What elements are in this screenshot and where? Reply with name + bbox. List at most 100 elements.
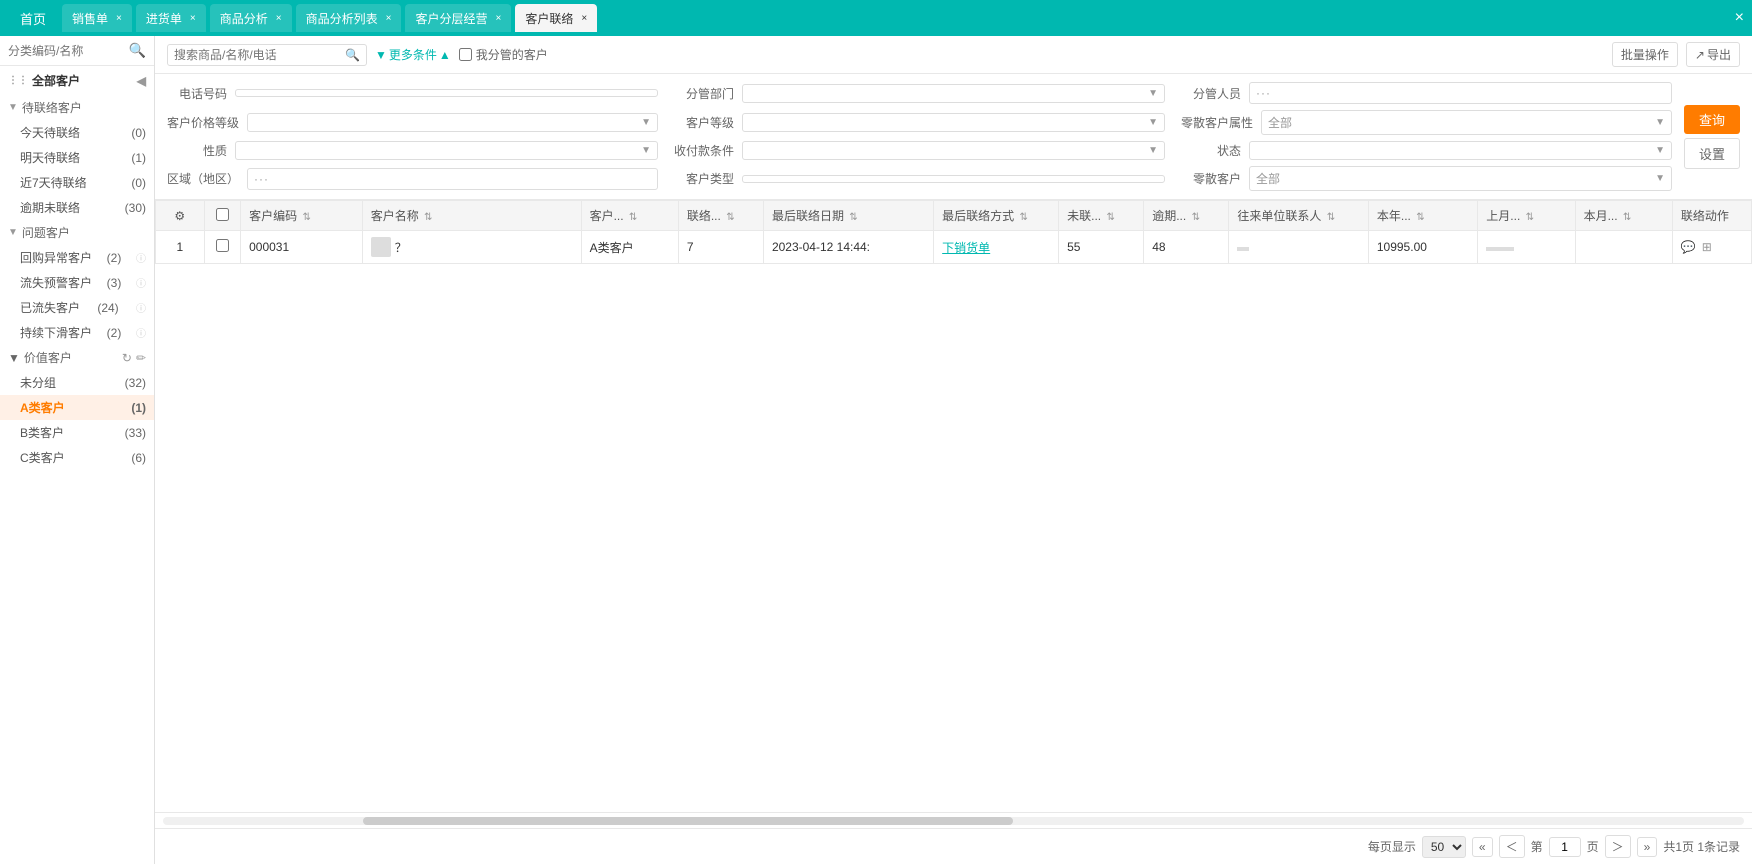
tab-product-analysis[interactable]: 商品分析 × xyxy=(210,4,292,32)
query-button[interactable]: 查询 xyxy=(1684,105,1740,134)
phone-label: 电话号码 xyxy=(167,85,227,102)
scrollbar-thumb[interactable] xyxy=(363,817,1013,825)
home-tab[interactable]: 首页 xyxy=(8,9,58,28)
sidebar-item-c-class[interactable]: C类客户 (6) xyxy=(0,445,154,470)
price-level-select[interactable]: ▼ xyxy=(247,113,658,132)
grid-action-icon[interactable]: ⊞ xyxy=(1702,240,1712,254)
tab-sales-order[interactable]: 销售单 × xyxy=(62,4,132,32)
info-icon[interactable]: ⓘ xyxy=(136,300,146,315)
th-name[interactable]: 客户名称 ⇅ xyxy=(362,201,581,231)
sidebar: 🔍 ⋮⋮ 全部客户 ◀ ▼ 待联络客户 今天待联络 (0) 明天待联络 (1) xyxy=(0,36,155,864)
edit-icon[interactable]: ✏ xyxy=(136,351,146,365)
person-input[interactable]: ··· xyxy=(1249,82,1672,104)
th-thismonth[interactable]: 本月... ⇅ xyxy=(1575,201,1672,231)
th-nolink[interactable]: 未联... ⇅ xyxy=(1059,201,1144,231)
collapse-icon[interactable]: ◀ xyxy=(137,74,146,88)
item-label: 明天待联络 xyxy=(20,149,80,166)
last-page-button[interactable]: » xyxy=(1637,837,1658,857)
next-page-button[interactable]: ＞ xyxy=(1605,835,1631,858)
tab-label: 客户联络 xyxy=(525,10,573,27)
th-lastmonth[interactable]: 上月... ⇅ xyxy=(1478,201,1575,231)
th-contacts[interactable]: 联络... ⇅ xyxy=(678,201,763,231)
dept-label: 分管部门 xyxy=(674,85,734,102)
export-button[interactable]: ↗ 导出 xyxy=(1686,42,1740,67)
sidebar-item-continuous-decline[interactable]: 持续下滑客户 (2) ⓘ xyxy=(0,320,154,345)
search-input[interactable] xyxy=(174,48,341,62)
close-icon[interactable]: × xyxy=(386,13,392,24)
arrow-down-icon: ▼ xyxy=(8,351,20,365)
retail-customer-select[interactable]: 全部 ▼ xyxy=(1249,166,1672,191)
customer-type-input[interactable] xyxy=(742,175,1165,183)
settings-gear-icon[interactable]: ⚙ xyxy=(174,209,185,223)
th-unitcontact[interactable]: 往来单位联系人 ⇅ xyxy=(1229,201,1369,231)
th-code[interactable]: 客户编码 ⇅ xyxy=(241,201,363,231)
horizontal-scrollbar[interactable] xyxy=(163,817,1744,825)
tab-customer-contact[interactable]: 客户联络 × xyxy=(515,4,597,32)
select-all-checkbox[interactable] xyxy=(216,208,229,221)
sidebar-item-churned[interactable]: 已流失客户 (24) ⓘ xyxy=(0,295,154,320)
value-group-actions: ↻ ✏ xyxy=(122,351,146,365)
dept-select[interactable]: ▼ xyxy=(742,84,1165,103)
sidebar-item-7days-pending[interactable]: 近7天待联络 (0) xyxy=(0,170,154,195)
tab-customer-segment[interactable]: 客户分层经营 × xyxy=(405,4,511,32)
value-group-header[interactable]: ▼ 价值客户 ↻ ✏ xyxy=(0,345,154,370)
col-label: 逾期... xyxy=(1152,209,1186,223)
query-btn-area: 查询 设置 xyxy=(1672,82,1740,191)
close-icon[interactable]: × xyxy=(190,13,196,24)
sort-icon: ⇅ xyxy=(1106,212,1114,223)
tab-purchase-order[interactable]: 进货单 × xyxy=(136,4,206,32)
problem-group-header[interactable]: ▼ 问题客户 xyxy=(0,220,154,245)
th-lastdate[interactable]: 最后联络日期 ⇅ xyxy=(763,201,933,231)
status-select[interactable]: ▼ xyxy=(1249,141,1672,160)
tab-product-analysis-list[interactable]: 商品分析列表 × xyxy=(296,4,402,32)
close-icon[interactable]: × xyxy=(116,13,122,24)
nature-select[interactable]: ▼ xyxy=(235,141,658,160)
my-customers-checkbox[interactable]: 我分管的客户 xyxy=(459,46,548,63)
pending-group-header[interactable]: ▼ 待联络客户 xyxy=(0,95,154,120)
close-all-icon[interactable]: × xyxy=(1735,9,1744,27)
horizontal-scrollbar-area xyxy=(155,812,1752,828)
phone-input[interactable] xyxy=(235,89,658,97)
sidebar-item-repurchase-abnormal[interactable]: 回购异常客户 (2) ⓘ xyxy=(0,245,154,270)
sidebar-item-a-class[interactable]: A类客户 (1) xyxy=(0,395,154,420)
settings-button[interactable]: 设置 xyxy=(1684,138,1740,169)
row-checkbox[interactable] xyxy=(216,239,229,252)
customer-level-select[interactable]: ▼ xyxy=(742,113,1165,132)
problem-group: ▼ 问题客户 回购异常客户 (2) ⓘ 流失预警客户 (3) ⓘ 已流失客户 (… xyxy=(0,220,154,345)
close-icon[interactable]: × xyxy=(495,13,501,24)
close-icon[interactable]: × xyxy=(581,13,587,24)
info-icon[interactable]: ⓘ xyxy=(136,325,146,340)
first-page-button[interactable]: « xyxy=(1472,837,1493,857)
th-thisyear[interactable]: 本年... ⇅ xyxy=(1368,201,1477,231)
sidebar-item-overdue-contact[interactable]: 逾期未联络 (30) xyxy=(0,195,154,220)
sidebar-item-churn-warning[interactable]: 流失预警客户 (3) ⓘ xyxy=(0,270,154,295)
sidebar-item-today-pending[interactable]: 今天待联络 (0) xyxy=(0,120,154,145)
sidebar-all-customers-header[interactable]: ⋮⋮ 全部客户 ◀ xyxy=(0,66,154,95)
payment-select[interactable]: ▼ xyxy=(742,141,1165,160)
my-customers-input[interactable] xyxy=(459,48,472,61)
sidebar-item-b-class[interactable]: B类客户 (33) xyxy=(0,420,154,445)
search-icon[interactable]: 🔍 xyxy=(345,48,360,62)
search-icon[interactable]: 🔍 xyxy=(129,42,146,59)
prev-page-button[interactable]: ＜ xyxy=(1499,835,1525,858)
th-lastway[interactable]: 最后联络方式 ⇅ xyxy=(934,201,1059,231)
refresh-icon[interactable]: ↻ xyxy=(122,351,132,365)
th-overdue[interactable]: 逾期... ⇅ xyxy=(1144,201,1229,231)
last-way-link[interactable]: 下销货单 xyxy=(942,241,990,255)
retail-attr-select[interactable]: 全部 ▼ xyxy=(1261,110,1672,135)
sidebar-item-tomorrow-pending[interactable]: 明天待联络 (1) xyxy=(0,145,154,170)
info-icon[interactable]: ⓘ xyxy=(136,275,146,290)
th-level[interactable]: 客户... ⇅ xyxy=(581,201,678,231)
close-icon[interactable]: × xyxy=(276,13,282,24)
sidebar-search-input[interactable] xyxy=(8,44,125,58)
chat-icon[interactable]: 💬 xyxy=(1681,240,1696,254)
per-page-select[interactable]: 50 xyxy=(1422,836,1466,858)
region-input[interactable]: ··· xyxy=(247,168,658,190)
batch-ops-button[interactable]: 批量操作 xyxy=(1612,42,1678,67)
page-number-input[interactable] xyxy=(1549,837,1581,857)
more-conditions-btn[interactable]: ▼ 更多条件 ▲ xyxy=(375,46,451,63)
sidebar-item-unclassified[interactable]: 未分组 (32) xyxy=(0,370,154,395)
info-icon[interactable]: ⓘ xyxy=(136,250,146,265)
item-count: (1) xyxy=(131,401,146,415)
row-name: ？ xyxy=(362,231,581,264)
